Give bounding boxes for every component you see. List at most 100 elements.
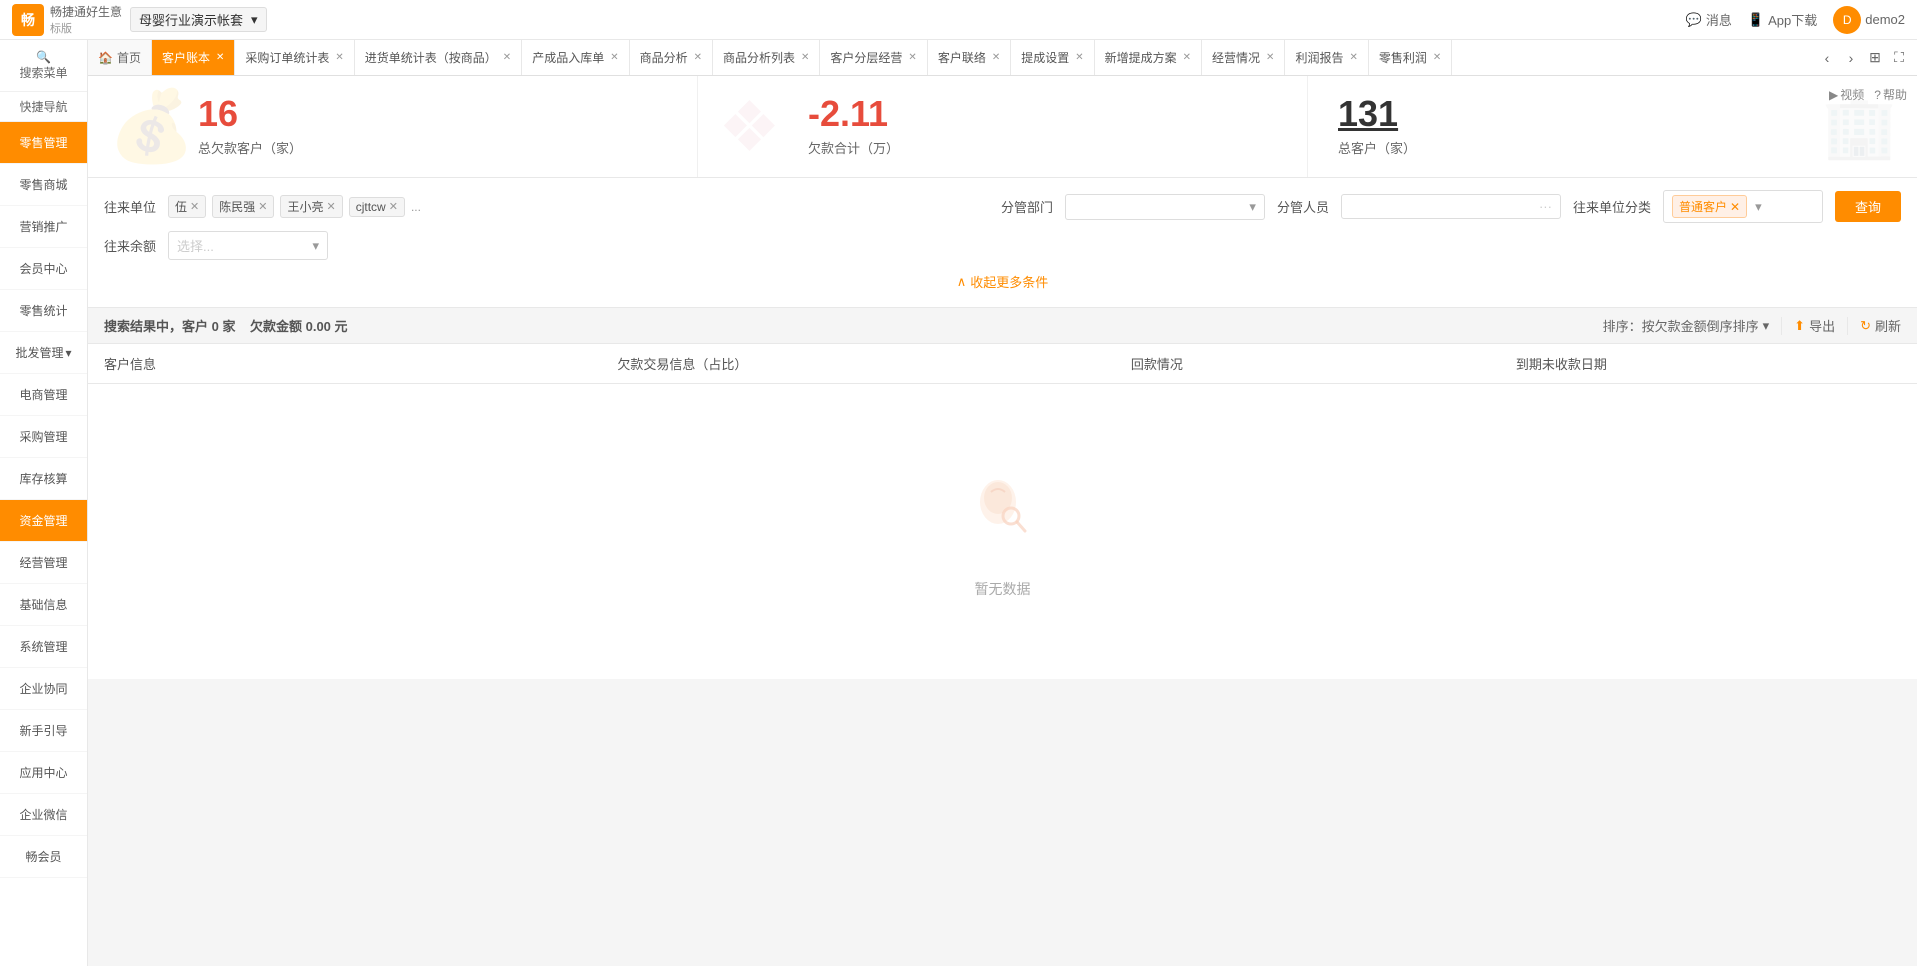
sidebar-item-retail-store[interactable]: 零售商城: [0, 164, 87, 206]
tab-close-product-analysis[interactable]: ✕: [694, 52, 702, 63]
tab-biz-status[interactable]: 经营情况 ✕: [1202, 40, 1285, 75]
remove-tag-2[interactable]: ✕: [327, 200, 336, 213]
remove-tag-3[interactable]: ✕: [389, 200, 398, 213]
tab-customer-seg[interactable]: 客户分层经营 ✕: [820, 40, 927, 75]
tab-new-boost[interactable]: 新增提成方案 ✕: [1095, 40, 1202, 75]
tab-close-boost-settings[interactable]: ✕: [1075, 52, 1083, 63]
sidebar-item-member[interactable]: 会员中心: [0, 248, 87, 290]
sidebar-item-operation[interactable]: 经营管理: [0, 542, 87, 584]
help-button[interactable]: ? 帮助: [1874, 86, 1907, 103]
sidebar-item-appstore[interactable]: 应用中心: [0, 752, 87, 794]
tab-close-customer-seg[interactable]: ✕: [908, 52, 916, 63]
stat-icon-money: 💰: [108, 87, 195, 165]
tab-retail-profit[interactable]: 零售利润 ✕: [1369, 40, 1452, 75]
sidebar-item-purchase[interactable]: 采购管理: [0, 416, 87, 458]
tab-scroll-right[interactable]: ›: [1841, 48, 1861, 68]
filter-input-person[interactable]: ···: [1341, 194, 1561, 219]
company-select[interactable]: 母婴行业演示帐套 ▾: [130, 7, 267, 32]
logo-area: 畅 畅捷通好生意 标版: [12, 3, 122, 36]
tab-accounts[interactable]: 客户账本 ✕: [152, 40, 235, 75]
video-icon: ▶: [1829, 88, 1838, 102]
tab-product-analysis[interactable]: 商品分析 ✕: [630, 40, 713, 75]
filter-tag-0[interactable]: 伍 ✕: [168, 195, 206, 218]
topbar: 畅 畅捷通好生意 标版 母婴行业演示帐套 ▾ 💬 消息 📱 App下载 D de…: [0, 0, 1917, 40]
tab-product-inbound[interactable]: 产成品入库单 ✕: [522, 40, 629, 75]
tab-close-retail-profit[interactable]: ✕: [1433, 52, 1441, 63]
home-icon: 🏠: [98, 51, 113, 65]
logo-text: 畅捷通好生意 标版: [50, 3, 122, 36]
refresh-button[interactable]: ↻ 刷新: [1860, 316, 1901, 335]
sidebar-item-ecommerce[interactable]: 电商管理: [0, 374, 87, 416]
balance-placeholder: 选择...: [177, 236, 214, 255]
remove-tag-1[interactable]: ✕: [258, 200, 267, 213]
tab-close-new-boost[interactable]: ✕: [1183, 52, 1191, 63]
stat-all-customers: 🏢 131 总客户（家） ▶ 视频 ? 帮助: [1308, 76, 1917, 177]
sidebar-item-finance[interactable]: 资金管理: [0, 500, 87, 542]
filter-tags-units: 伍 ✕ 陈民强 ✕ 王小亮 ✕ cjttcw ✕: [168, 195, 989, 218]
tab-product-list[interactable]: 商品分析列表 ✕: [713, 40, 820, 75]
sidebar-item-wechat[interactable]: 企业微信: [0, 794, 87, 836]
tab-close-inbound-stat[interactable]: ✕: [503, 52, 511, 63]
stat-total-debt: ❖ -2.11 欠款合计（万）: [698, 76, 1308, 177]
sidebar-item-system[interactable]: 系统管理: [0, 626, 87, 668]
tab-close-purchase-order[interactable]: ✕: [335, 52, 343, 63]
filter-tag-2[interactable]: 王小亮 ✕: [280, 195, 342, 218]
tab-close-product-inbound[interactable]: ✕: [610, 52, 618, 63]
query-button[interactable]: 查询: [1835, 191, 1901, 222]
quick-nav-button[interactable]: 快捷导航: [0, 92, 87, 122]
tab-close-biz-status[interactable]: ✕: [1266, 52, 1274, 63]
table-header: 客户信息 欠款交易信息（占比） 回款情况 到期未收款日期: [88, 344, 1917, 384]
stat-total-customers: 💰 16 总欠款客户（家）: [88, 76, 698, 177]
sidebar-item-inventory[interactable]: 库存核算: [0, 458, 87, 500]
remove-tag-0[interactable]: ✕: [190, 200, 199, 213]
filter-tag-3[interactable]: cjttcw ✕: [349, 197, 405, 217]
sort-selector[interactable]: 排序：按欠款金额倒序排序 ▾: [1603, 316, 1770, 335]
message-button[interactable]: 💬 消息: [1686, 10, 1732, 29]
tab-scroll-left[interactable]: ‹: [1817, 48, 1837, 68]
search-menu-button[interactable]: 🔍 搜索菜单: [0, 40, 87, 92]
filter-tag-1[interactable]: 陈民强 ✕: [212, 195, 274, 218]
filter-select-balance[interactable]: 选择... ▾: [168, 231, 328, 260]
tab-boost-settings[interactable]: 提成设置 ✕: [1011, 40, 1094, 75]
download-icon: 📱: [1748, 12, 1764, 28]
remove-unit-class-tag[interactable]: ✕: [1730, 200, 1740, 214]
sidebar-item-retail[interactable]: 零售管理: [0, 122, 87, 164]
collapse-button[interactable]: ∧ 收起更多条件: [104, 268, 1901, 295]
dept-arrow-icon: ▾: [1249, 199, 1256, 215]
sidebar-item-retail-stat[interactable]: 零售统计: [0, 290, 87, 332]
tab-expand[interactable]: ⊞: [1865, 48, 1885, 68]
person-dots-icon[interactable]: ···: [1539, 199, 1552, 214]
tab-profit-report[interactable]: 利润报告 ✕: [1285, 40, 1368, 75]
filter-select-unit-class[interactable]: 普通客户 ✕ ▾: [1663, 190, 1823, 223]
filter-row-balance: 往来余额 选择... ▾: [104, 231, 1901, 260]
tab-home[interactable]: 🏠 首页: [88, 40, 152, 75]
sidebar-item-basic[interactable]: 基础信息: [0, 584, 87, 626]
tab-close-customer-contact[interactable]: ✕: [992, 52, 1000, 63]
search-icon: 🔍: [36, 50, 51, 64]
sidebar-item-vip[interactable]: 畅会员: [0, 836, 87, 878]
tabbar: 🏠 首页 客户账本 ✕ 采购订单统计表 ✕ 进货单统计表（按商品） ✕ 产成品入…: [88, 40, 1917, 76]
tab-inbound-stat[interactable]: 进货单统计表（按商品） ✕: [355, 40, 522, 75]
sidebar-item-enterprise[interactable]: 企业协同: [0, 668, 87, 710]
filter-area: 往来单位 伍 ✕ 陈民强 ✕ 王小亮 ✕: [88, 178, 1917, 308]
user-menu[interactable]: D demo2: [1833, 6, 1905, 34]
sidebar-item-newbie[interactable]: 新手引导: [0, 710, 87, 752]
logo-icon: 畅: [12, 4, 44, 36]
app-download-button[interactable]: 📱 App下载: [1748, 10, 1817, 29]
unit-class-tag[interactable]: 普通客户 ✕: [1672, 195, 1747, 218]
filter-select-dept[interactable]: ▾: [1065, 194, 1265, 220]
tab-customer-contact[interactable]: 客户联络 ✕: [928, 40, 1011, 75]
tab-fullscreen[interactable]: ⛶: [1889, 48, 1909, 68]
stat-label-all: 总客户（家）: [1338, 138, 1416, 157]
sidebar-item-wholesale[interactable]: 批发管理 ▾: [0, 332, 87, 374]
filter-label-unit-class: 往来单位分类: [1573, 197, 1651, 216]
export-button[interactable]: ⬆ 导出: [1794, 316, 1835, 335]
tab-close-product-list[interactable]: ✕: [801, 52, 809, 63]
stat-help-area: ▶ 视频 ? 帮助: [1829, 86, 1907, 103]
video-help-button[interactable]: ▶ 视频: [1829, 86, 1864, 103]
tab-purchase-order[interactable]: 采购订单统计表 ✕: [235, 40, 354, 75]
sidebar-item-marketing[interactable]: 营销推广: [0, 206, 87, 248]
tab-close-profit-report[interactable]: ✕: [1349, 52, 1357, 63]
filter-more-button[interactable]: ...: [411, 200, 421, 214]
tab-close-accounts[interactable]: ✕: [216, 52, 224, 63]
